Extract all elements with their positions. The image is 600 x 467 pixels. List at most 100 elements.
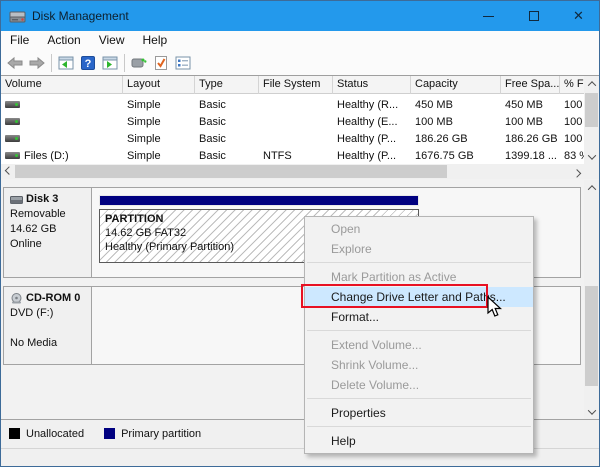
help-icon: ? xyxy=(80,55,96,71)
menu-view[interactable]: View xyxy=(90,31,134,50)
column-file-system[interactable]: File System xyxy=(259,76,333,94)
title-bar: Disk Management ✕ xyxy=(1,1,600,31)
chevron-up-icon xyxy=(587,81,595,89)
table-vertical-scrollbar[interactable] xyxy=(584,76,599,164)
legend-unallocated: Unallocated xyxy=(9,428,84,440)
cdrom-header[interactable]: CD-ROM 0 DVD (F:) No Media xyxy=(4,287,92,364)
popup-button[interactable] xyxy=(128,52,150,74)
minimize-button[interactable] xyxy=(466,1,511,31)
menu-separator xyxy=(305,395,533,403)
toolbar-separator xyxy=(124,54,125,72)
scrollbar-thumb[interactable] xyxy=(585,93,598,127)
disk-icon xyxy=(10,196,23,204)
console-tree-button[interactable] xyxy=(55,52,77,74)
menu-item-explore[interactable]: Explore xyxy=(305,239,533,259)
legend-primary-partition: Primary partition xyxy=(104,428,201,440)
column-layout[interactable]: Layout xyxy=(123,76,195,94)
scrollbar-thumb[interactable] xyxy=(585,286,598,386)
chevron-up-icon xyxy=(587,185,595,193)
check-button[interactable] xyxy=(150,52,172,74)
column-status[interactable]: Status xyxy=(333,76,411,94)
forward-button[interactable] xyxy=(26,52,48,74)
maximize-icon xyxy=(529,11,539,21)
chevron-down-icon xyxy=(587,406,595,414)
volume-list-pane: Volume Layout Type File System Status Ca… xyxy=(1,76,599,164)
menu-item-extend-volume[interactable]: Extend Volume... xyxy=(305,335,533,355)
scroll-left-button[interactable] xyxy=(1,164,16,179)
column-type[interactable]: Type xyxy=(195,76,259,94)
cell-capacity: 186.26 GB xyxy=(411,129,501,146)
menu-item-delete-volume[interactable]: Delete Volume... xyxy=(305,375,533,395)
table-row[interactable]: Simple Basic Healthy (R... 450 MB 450 MB… xyxy=(1,95,584,112)
back-icon xyxy=(7,55,23,71)
cell-layout: Simple xyxy=(123,112,195,129)
column-capacity[interactable]: Capacity xyxy=(411,76,501,94)
table-horizontal-scrollbar[interactable] xyxy=(1,164,584,179)
toolbar-separator xyxy=(51,54,52,72)
cell-file-system: NTFS xyxy=(259,146,333,163)
partition-color-band xyxy=(99,195,419,206)
table-row[interactable]: Simple Basic Healthy (P... 186.26 GB 186… xyxy=(1,129,584,146)
menu-item-shrink-volume[interactable]: Shrink Volume... xyxy=(305,355,533,375)
help-button[interactable]: ? xyxy=(77,52,99,74)
cdrom-media: No Media xyxy=(10,336,87,351)
cell-type: Basic xyxy=(195,95,259,112)
forward-icon xyxy=(29,55,45,71)
cell-file-system xyxy=(259,112,333,129)
disk3-name: Disk 3 xyxy=(26,192,58,207)
cell-free-space: 1399.18 ... xyxy=(501,146,560,163)
toolbar: ? xyxy=(1,50,599,76)
column-volume[interactable]: Volume xyxy=(1,76,123,94)
scroll-down-button[interactable] xyxy=(584,404,599,419)
close-icon: ✕ xyxy=(573,8,584,24)
cell-pct-free: 100 xyxy=(560,95,584,112)
menu-separator xyxy=(305,423,533,431)
disk-management-window: Disk Management ✕ File Action View Help … xyxy=(0,0,600,467)
volume-icon xyxy=(5,101,20,108)
volume-table-header: Volume Layout Type File System Status Ca… xyxy=(1,76,584,94)
disk3-header[interactable]: Disk 3 Removable 14.62 GB Online xyxy=(4,188,92,277)
cdrom-name: CD-ROM 0 xyxy=(26,291,80,306)
scrollbar-thumb[interactable] xyxy=(15,165,447,178)
scroll-down-button[interactable] xyxy=(584,149,599,164)
cell-pct-free: 100 xyxy=(560,112,584,129)
action-pane-button[interactable] xyxy=(99,52,121,74)
volume-icon xyxy=(5,152,20,159)
back-button[interactable] xyxy=(4,52,26,74)
legend-unallocated-label: Unallocated xyxy=(26,428,84,440)
scroll-up-button[interactable] xyxy=(584,180,599,195)
close-button[interactable]: ✕ xyxy=(556,1,600,31)
annotation-highlight-box xyxy=(301,284,488,308)
pane-vertical-scrollbar[interactable] xyxy=(584,180,599,419)
cell-pct-free: 100 xyxy=(560,129,584,146)
svg-text:?: ? xyxy=(85,58,92,70)
maximize-button[interactable] xyxy=(511,1,556,31)
scroll-up-button[interactable] xyxy=(584,76,599,91)
cell-capacity: 1676.75 GB xyxy=(411,146,501,163)
chevron-right-icon xyxy=(572,169,580,177)
menu-help[interactable]: Help xyxy=(134,31,177,50)
check-icon xyxy=(153,55,169,71)
disk3-media: Removable xyxy=(10,207,87,222)
cell-file-system xyxy=(259,95,333,112)
menu-item-help[interactable]: Help xyxy=(305,431,533,451)
table-row[interactable]: Files (D:) Simple Basic NTFS Healthy (P.… xyxy=(1,146,584,163)
menu-item-properties[interactable]: Properties xyxy=(305,403,533,423)
table-row[interactable]: Simple Basic Healthy (E... 100 MB 100 MB… xyxy=(1,112,584,129)
window-title: Disk Management xyxy=(32,9,129,23)
column-pct-free[interactable]: % F xyxy=(560,76,584,94)
menu-separator xyxy=(305,327,533,335)
cell-status: Healthy (P... xyxy=(333,129,411,146)
menu-file[interactable]: File xyxy=(1,31,38,50)
action-pane-icon xyxy=(102,55,118,71)
scroll-right-button[interactable] xyxy=(569,164,584,179)
properties-toolbar-button[interactable] xyxy=(172,52,194,74)
menu-item-open[interactable]: Open xyxy=(305,219,533,239)
cell-capacity: 100 MB xyxy=(411,112,501,129)
cell-free-space: 100 MB xyxy=(501,112,560,129)
cell-capacity: 450 MB xyxy=(411,95,501,112)
menu-bar: File Action View Help xyxy=(1,31,599,50)
column-free-space[interactable]: Free Spa... xyxy=(501,76,560,94)
menu-action[interactable]: Action xyxy=(38,31,89,50)
cdrom-icon xyxy=(10,293,23,304)
